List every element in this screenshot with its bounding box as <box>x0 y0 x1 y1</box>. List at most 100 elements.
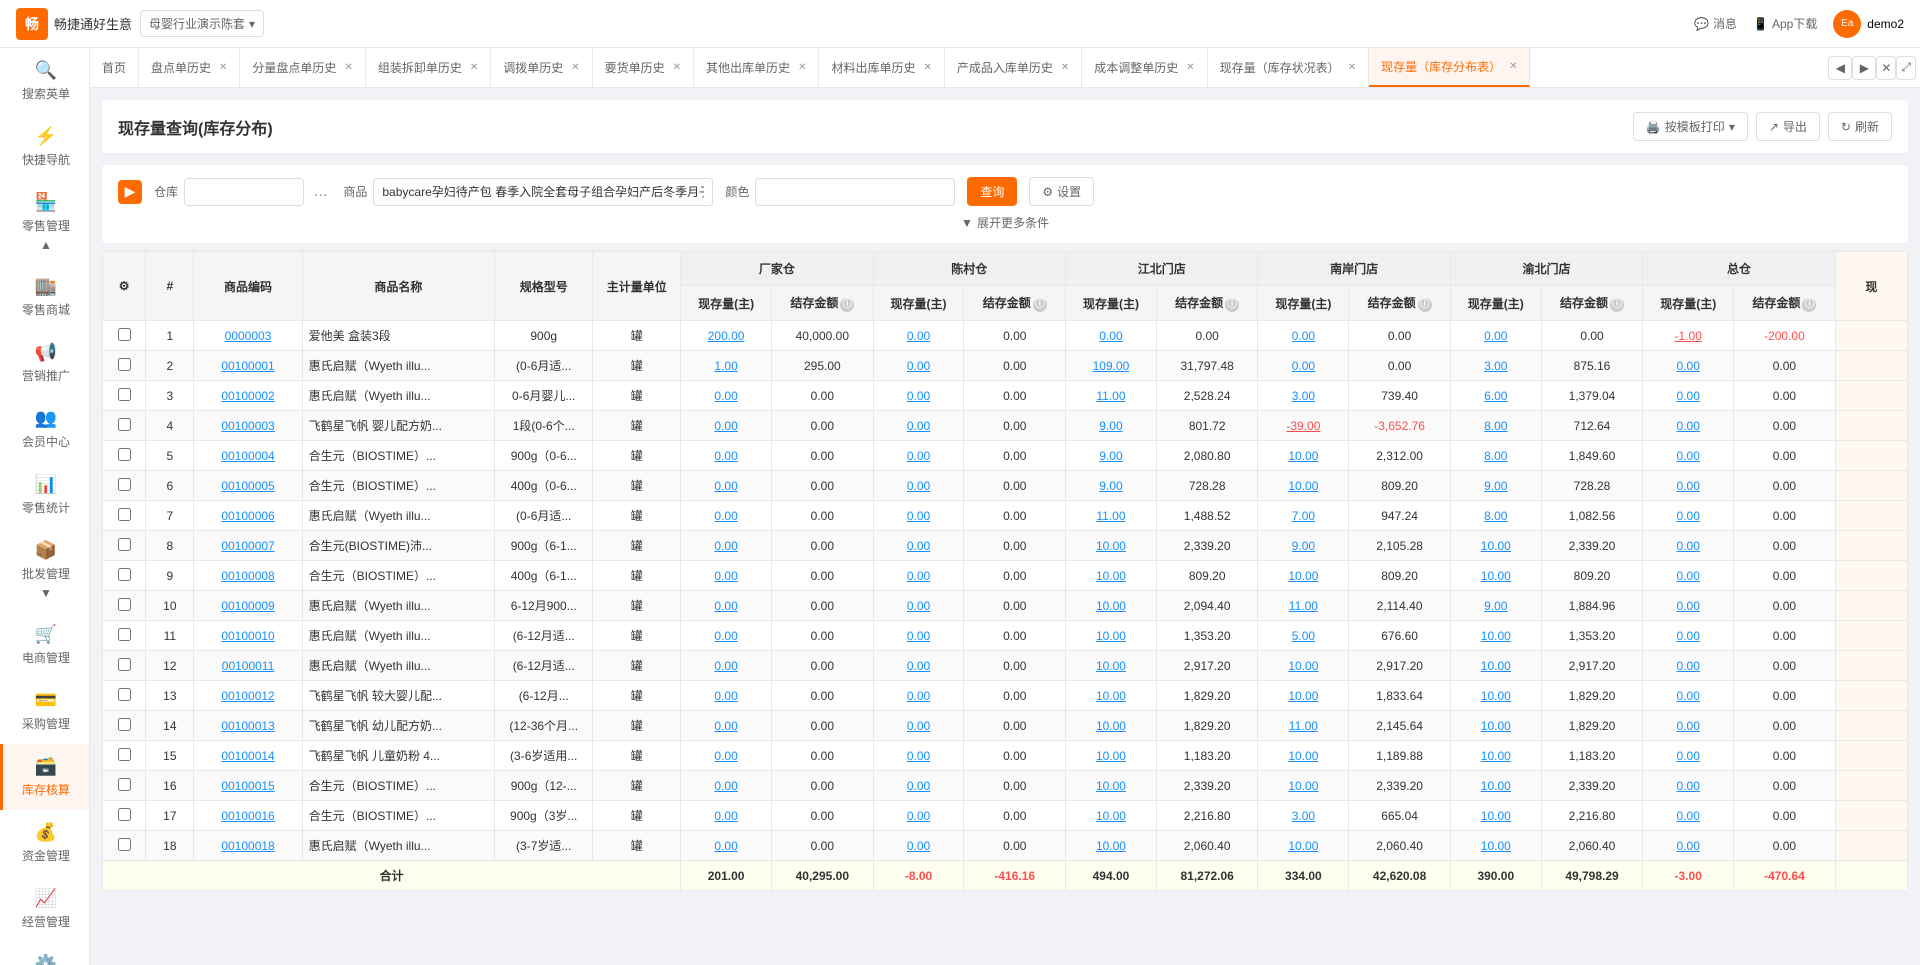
jiangbei-amount-info-icon[interactable]: ⓘ <box>1225 298 1239 312</box>
row-c-stock: 0.00 <box>873 321 964 351</box>
tab-other-out-close[interactable]: ✕ <box>798 62 806 73</box>
refresh-button[interactable]: ↻ 刷新 <box>1828 112 1892 141</box>
messages-button[interactable]: 💬 消息 <box>1694 15 1737 32</box>
expand-button[interactable]: ▼ 展开更多条件 <box>961 214 1049 231</box>
settings-button[interactable]: ⚙ 设置 <box>1029 177 1094 206</box>
sidebar-item-basic[interactable]: ⚙️ 基础信息 <box>0 942 89 965</box>
tab-inventory-single-close[interactable]: ✕ <box>219 62 227 73</box>
sidebar-item-ecommerce[interactable]: 🛒 电商管理 <box>0 612 89 678</box>
tab-product-in-close[interactable]: ✕ <box>1061 62 1069 73</box>
download-icon: 📱 <box>1753 17 1768 31</box>
row-checkbox[interactable] <box>103 321 146 351</box>
row-checkbox[interactable] <box>103 771 146 801</box>
sidebar-item-wholesale[interactable]: 📦 批发管理 ▼ <box>0 528 89 612</box>
row-checkbox[interactable] <box>103 621 146 651</box>
sidebar-ecommerce-label: 电商管理 <box>22 649 70 666</box>
sidebar-item-quick[interactable]: ⚡ 快捷导航 <box>0 114 89 180</box>
row-checkbox[interactable] <box>103 531 146 561</box>
system-select[interactable]: 母婴行业演示陈套 ▾ <box>140 10 264 37</box>
row-checkbox[interactable] <box>103 681 146 711</box>
filter-toggle-arrow[interactable]: ▶ <box>118 180 142 204</box>
factory-amount-info-icon[interactable]: ⓘ <box>840 298 854 312</box>
row-checkbox[interactable] <box>103 741 146 771</box>
row-checkbox[interactable] <box>103 651 146 681</box>
table-row: 12 00100011 惠氏启赋（Wyeth illu... (6-12月适..… <box>103 651 1908 681</box>
tab-nav-next[interactable]: ▶ <box>1852 56 1876 80</box>
tab-inventory-single[interactable]: 盘点单历史 ✕ <box>139 48 240 87</box>
tab-transfer[interactable]: 调拨单历史 ✕ <box>491 48 592 87</box>
row-yb-stock: 10.00 <box>1450 681 1541 711</box>
tab-assemble-dismantle[interactable]: 组装拆卸单历史 ✕ <box>366 48 491 87</box>
tab-nav-close-all[interactable]: ✕ <box>1876 56 1896 80</box>
tab-material-out[interactable]: 材料出库单历史 ✕ <box>819 48 944 87</box>
row-checkbox[interactable] <box>103 351 146 381</box>
row-f-stock: 0.00 <box>681 801 772 831</box>
print-button[interactable]: 🖨️ 按模板打印 ▾ <box>1633 112 1748 141</box>
table-row: 1 0000003 爱他美 盒装3段 900g 罐 200.00 40,000.… <box>103 321 1908 351</box>
tab-purchase-order[interactable]: 要货单历史 ✕ <box>593 48 694 87</box>
user-area[interactable]: Ea demo2 <box>1833 10 1904 38</box>
row-spec: (12-36个月... <box>495 711 593 741</box>
product-input[interactable] <box>373 178 713 206</box>
chen-amount-info-icon[interactable]: ⓘ <box>1033 298 1047 312</box>
nanan-amount-info-icon[interactable]: ⓘ <box>1418 298 1432 312</box>
sidebar-item-member[interactable]: 👥 会员中心 <box>0 396 89 462</box>
tab-purchase-order-close[interactable]: ✕ <box>673 62 681 73</box>
row-checkbox[interactable] <box>103 561 146 591</box>
row-unit: 罐 <box>593 591 681 621</box>
query-button[interactable]: 查询 <box>967 177 1017 206</box>
yubeimen-amount-info-icon[interactable]: ⓘ <box>1610 298 1624 312</box>
tab-product-in[interactable]: 产成品入库单历史 ✕ <box>945 48 1082 87</box>
tab-nav-prev[interactable]: ◀ <box>1828 56 1852 80</box>
row-extra <box>1835 321 1907 351</box>
sidebar-item-retail-store[interactable]: 🏬 零售商城 <box>0 264 89 330</box>
tab-branch-inventory[interactable]: 分量盘点单历史 ✕ <box>240 48 365 87</box>
sidebar-item-retail-stats[interactable]: 📊 零售统计 <box>0 462 89 528</box>
gear-icon[interactable]: ⚙ <box>119 279 130 293</box>
sidebar-item-purchase[interactable]: 💳 采购管理 <box>0 678 89 744</box>
row-checkbox[interactable] <box>103 801 146 831</box>
tab-nav-expand[interactable]: ⤢ <box>1896 56 1916 80</box>
export-button[interactable]: ↗ 导出 <box>1756 112 1820 141</box>
tab-other-out[interactable]: 其他出库单历史 ✕ <box>694 48 819 87</box>
app-download-button[interactable]: 📱 App下载 <box>1753 15 1817 32</box>
warehouse-dots[interactable]: ... <box>310 184 331 200</box>
tab-cost-adjust-close[interactable]: ✕ <box>1186 62 1194 73</box>
tab-cost-adjust[interactable]: 成本调整单历史 ✕ <box>1082 48 1207 87</box>
row-c-amount: 0.00 <box>964 681 1066 711</box>
row-checkbox[interactable] <box>103 381 146 411</box>
row-checkbox[interactable] <box>103 591 146 621</box>
total-amount-info-icon[interactable]: ⓘ <box>1802 298 1816 312</box>
row-checkbox[interactable] <box>103 411 146 441</box>
sidebar-item-marketing[interactable]: 📢 营销推广 <box>0 330 89 396</box>
row-checkbox[interactable] <box>103 831 146 861</box>
sidebar-item-finance[interactable]: 💰 资金管理 <box>0 810 89 876</box>
row-extra <box>1835 351 1907 381</box>
tab-stock-status-close[interactable]: ✕ <box>1348 62 1356 73</box>
tab-home[interactable]: 首页 <box>90 48 139 87</box>
row-checkbox[interactable] <box>103 501 146 531</box>
sidebar-item-inventory[interactable]: 🗃️ 库存核算 <box>0 744 89 810</box>
row-checkbox[interactable] <box>103 441 146 471</box>
tab-stock-status[interactable]: 现存量（库存状况表） ✕ <box>1208 48 1369 87</box>
tab-branch-inventory-close[interactable]: ✕ <box>344 62 352 73</box>
tab-assemble-dismantle-close[interactable]: ✕ <box>470 62 478 73</box>
row-spec: 900g <box>495 321 593 351</box>
row-yb-stock: 10.00 <box>1450 771 1541 801</box>
tab-material-out-close[interactable]: ✕ <box>923 62 931 73</box>
row-jb-amount: 1,829.20 <box>1156 681 1258 711</box>
warehouse-input[interactable] <box>184 178 304 206</box>
tab-assemble-dismantle-label: 组装拆卸单历史 <box>378 59 462 76</box>
row-checkbox[interactable] <box>103 711 146 741</box>
color-input[interactable] <box>755 178 955 206</box>
tab-stock-dist[interactable]: 现存量（库存分布表） ✕ <box>1369 48 1530 87</box>
top-bar-right: 💬 消息 📱 App下载 Ea demo2 <box>1694 10 1904 38</box>
tab-transfer-close[interactable]: ✕ <box>571 62 579 73</box>
row-f-stock: 0.00 <box>681 741 772 771</box>
sidebar-item-operations[interactable]: 📈 经营管理 <box>0 876 89 942</box>
row-code: 00100007 <box>194 531 302 561</box>
tab-stock-dist-close[interactable]: ✕ <box>1509 61 1517 72</box>
sidebar-item-search[interactable]: 🔍 搜索英单 <box>0 48 89 114</box>
sidebar-item-retail-manage[interactable]: 🏪 零售管理 ▲ <box>0 180 89 264</box>
row-checkbox[interactable] <box>103 471 146 501</box>
